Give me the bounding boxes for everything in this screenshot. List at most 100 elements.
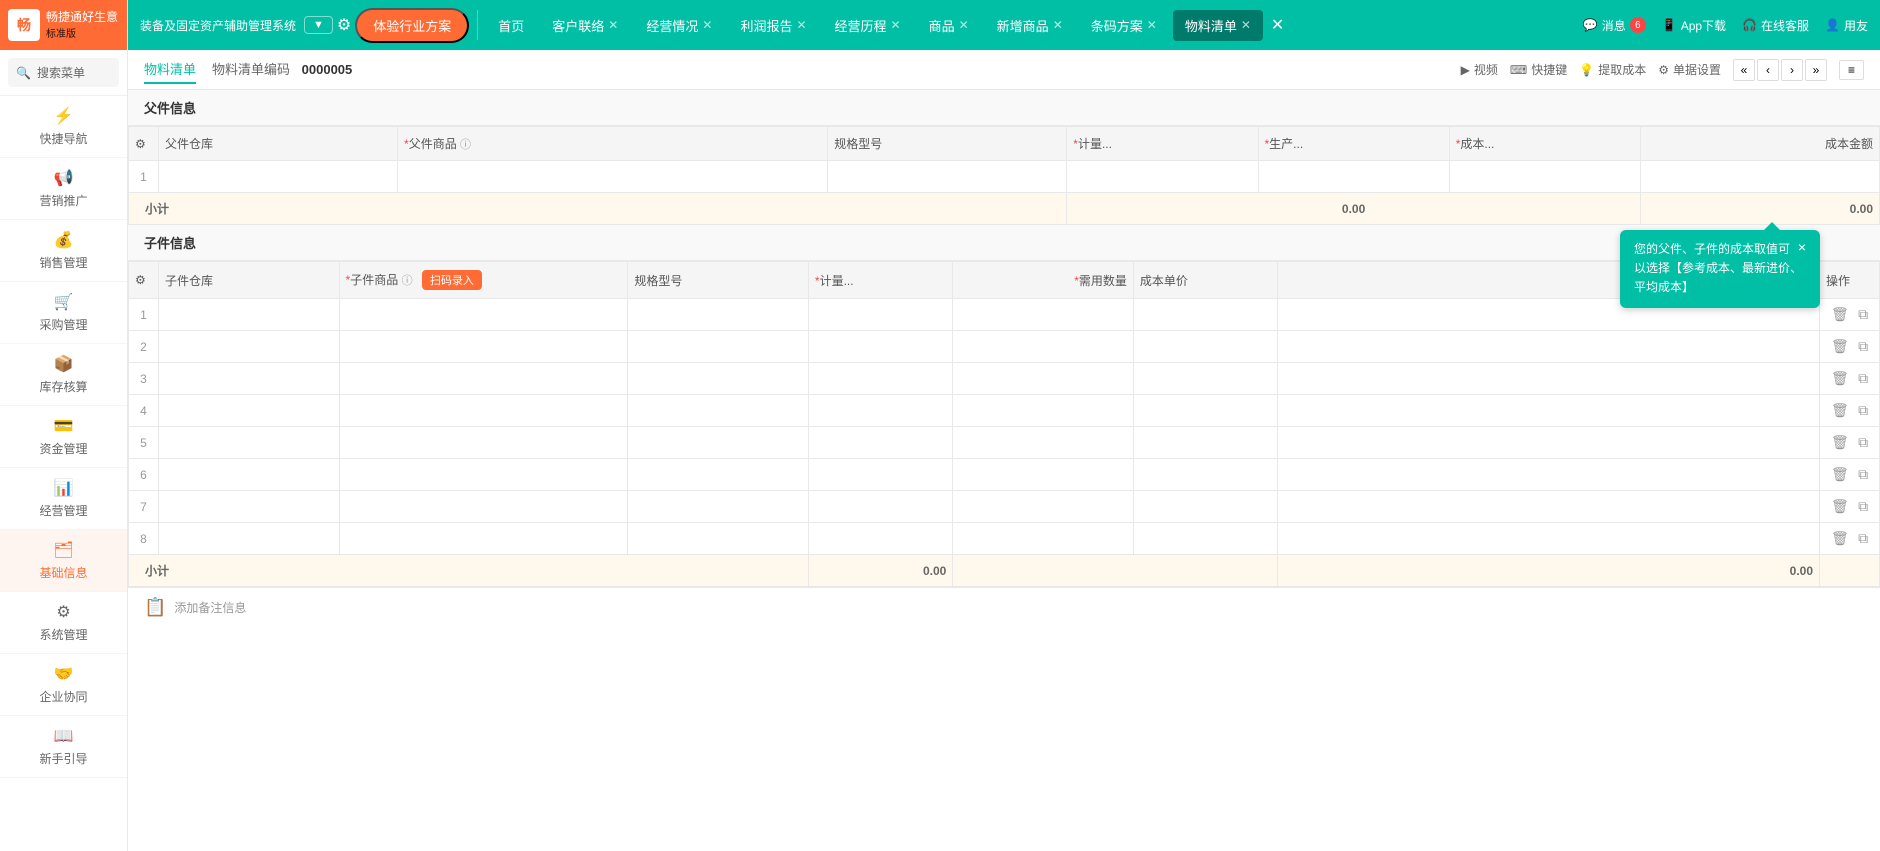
child-cell-spec-5[interactable] xyxy=(628,427,809,459)
child-cell-unit-cost-1[interactable] xyxy=(1133,299,1277,331)
child-cell-unit-8[interactable] xyxy=(808,523,952,555)
child-cell-goods-8[interactable] xyxy=(339,523,628,555)
copy-row-3[interactable]: ⧉ xyxy=(1855,370,1871,387)
child-cell-warehouse-8[interactable] xyxy=(159,523,340,555)
tab-goods[interactable]: 商品 ✕ xyxy=(917,10,981,41)
close-goods-tab[interactable]: ✕ xyxy=(959,18,969,32)
child-cell-warehouse-6[interactable] xyxy=(159,459,340,491)
delete-row-6[interactable]: 🗑 xyxy=(1828,466,1852,483)
child-cell-unit-cost-3[interactable] xyxy=(1133,363,1277,395)
child-cell-goods-1[interactable] xyxy=(339,299,628,331)
child-cell-cost-amount-7[interactable] xyxy=(1278,491,1820,523)
child-cell-unit-cost-8[interactable] xyxy=(1133,523,1277,555)
close-barcode-tab[interactable]: ✕ xyxy=(1147,18,1157,32)
child-cell-cost-amount-2[interactable] xyxy=(1278,331,1820,363)
child-cell-warehouse-2[interactable] xyxy=(159,331,340,363)
sidebar-item-operations[interactable]: 📊 经营管理 xyxy=(0,468,127,530)
child-cell-unit-6[interactable] xyxy=(808,459,952,491)
close-bom-tab[interactable]: ✕ xyxy=(1241,18,1251,32)
child-cell-unit-2[interactable] xyxy=(808,331,952,363)
child-cell-warehouse-5[interactable] xyxy=(159,427,340,459)
video-action[interactable]: ▶ 视频 xyxy=(1461,61,1498,78)
nav-next-btn[interactable]: › xyxy=(1781,59,1803,81)
tab-history[interactable]: 经营历程 ✕ xyxy=(823,10,913,41)
shortcut-action[interactable]: ⌨ 快捷键 xyxy=(1510,61,1567,78)
child-cell-quantity-7[interactable] xyxy=(953,491,1134,523)
child-cell-unit-cost-2[interactable] xyxy=(1133,331,1277,363)
parent-cell-cost[interactable] xyxy=(1449,161,1640,193)
child-cell-quantity-2[interactable] xyxy=(953,331,1134,363)
parent-cell-warehouse[interactable] xyxy=(159,161,398,193)
single-settings-action[interactable]: ⚙ 单据设置 xyxy=(1658,61,1721,78)
tab-bom[interactable]: 物料清单 ✕ xyxy=(1173,10,1263,41)
delete-row-4[interactable]: 🗑 xyxy=(1828,402,1852,419)
scan-badge[interactable]: 扫码录入 xyxy=(422,270,482,290)
copy-row-8[interactable]: ⧉ xyxy=(1855,530,1871,547)
sidebar-item-marketing[interactable]: 📢 营销推广 xyxy=(0,158,127,220)
nav-next-next-btn[interactable]: » xyxy=(1805,59,1827,81)
tab-customer[interactable]: 客户联络 ✕ xyxy=(540,10,630,41)
child-cell-unit-5[interactable] xyxy=(808,427,952,459)
settings-icon[interactable]: ⚙ xyxy=(337,15,351,35)
child-cell-cost-amount-3[interactable] xyxy=(1278,363,1820,395)
sidebar-item-inventory[interactable]: 📦 库存核算 xyxy=(0,344,127,406)
child-cell-quantity-1[interactable] xyxy=(953,299,1134,331)
close-history-tab[interactable]: ✕ xyxy=(891,18,901,32)
close-all-tabs[interactable]: ✕ xyxy=(1271,15,1284,35)
sidebar-item-enterprise[interactable]: 🤝 企业协同 xyxy=(0,654,127,716)
copy-row-6[interactable]: ⧉ xyxy=(1855,466,1871,483)
child-cell-unit-3[interactable] xyxy=(808,363,952,395)
dropdown-icon[interactable]: ▼ xyxy=(304,16,333,34)
copy-row-7[interactable]: ⧉ xyxy=(1855,498,1871,515)
child-cell-unit-4[interactable] xyxy=(808,395,952,427)
child-cell-warehouse-7[interactable] xyxy=(159,491,340,523)
child-cell-spec-6[interactable] xyxy=(628,459,809,491)
child-cell-warehouse-3[interactable] xyxy=(159,363,340,395)
delete-row-5[interactable]: 🗑 xyxy=(1828,434,1852,451)
sidebar-item-finance[interactable]: 💳 资金管理 xyxy=(0,406,127,468)
tab-new-goods[interactable]: 新增商品 ✕ xyxy=(985,10,1075,41)
sidebar-item-basic-info[interactable]: 🗂 基础信息 xyxy=(0,530,127,592)
add-note-label[interactable]: 添加备注信息 xyxy=(174,599,246,616)
nav-prev-btn[interactable]: ‹ xyxy=(1757,59,1779,81)
tab-profit[interactable]: 利润报告 ✕ xyxy=(728,10,818,41)
child-cell-unit-cost-5[interactable] xyxy=(1133,427,1277,459)
child-cell-unit-7[interactable] xyxy=(808,491,952,523)
parent-cell-production[interactable] xyxy=(1258,161,1449,193)
copy-row-5[interactable]: ⧉ xyxy=(1855,434,1871,451)
child-cell-goods-3[interactable] xyxy=(339,363,628,395)
child-cell-quantity-4[interactable] xyxy=(953,395,1134,427)
child-cell-goods-2[interactable] xyxy=(339,331,628,363)
parent-cell-spec[interactable] xyxy=(828,161,1067,193)
delete-row-3[interactable]: 🗑 xyxy=(1828,370,1852,387)
child-cell-cost-amount-6[interactable] xyxy=(1278,459,1820,491)
child-cell-quantity-3[interactable] xyxy=(953,363,1134,395)
copy-row-1[interactable]: ⧉ xyxy=(1855,306,1871,323)
close-operations-tab[interactable]: ✕ xyxy=(702,18,712,32)
child-cell-cost-amount-4[interactable] xyxy=(1278,395,1820,427)
sidebar-item-quick-nav[interactable]: ⚡ 快捷导航 xyxy=(0,96,127,158)
child-cell-cost-amount-8[interactable] xyxy=(1278,523,1820,555)
tab-barcode[interactable]: 条码方案 ✕ xyxy=(1079,10,1169,41)
child-cell-warehouse-4[interactable] xyxy=(159,395,340,427)
trial-button[interactable]: 体验行业方案 xyxy=(355,8,469,43)
sidebar-item-sales[interactable]: 💰 销售管理 xyxy=(0,220,127,282)
child-cell-spec-4[interactable] xyxy=(628,395,809,427)
child-cell-unit-cost-4[interactable] xyxy=(1133,395,1277,427)
sidebar-item-system[interactable]: ⚙ 系统管理 xyxy=(0,592,127,654)
child-col-settings[interactable]: ⚙ xyxy=(129,262,159,299)
sidebar-item-purchase[interactable]: 🛒 采购管理 xyxy=(0,282,127,344)
subtab-bom-list[interactable]: 物料清单 xyxy=(144,55,196,84)
parent-col-settings[interactable]: ⚙ xyxy=(129,127,159,161)
parent-cell-goods[interactable] xyxy=(398,161,828,193)
copy-row-4[interactable]: ⧉ xyxy=(1855,402,1871,419)
child-cell-goods-7[interactable] xyxy=(339,491,628,523)
child-cell-quantity-5[interactable] xyxy=(953,427,1134,459)
close-new-goods-tab[interactable]: ✕ xyxy=(1053,18,1063,32)
child-cell-goods-4[interactable] xyxy=(339,395,628,427)
search-menu-button[interactable]: 🔍 搜索菜单 xyxy=(8,58,119,87)
child-cell-unit-cost-7[interactable] xyxy=(1133,491,1277,523)
child-cell-warehouse-1[interactable] xyxy=(159,299,340,331)
child-cell-spec-8[interactable] xyxy=(628,523,809,555)
delete-row-1[interactable]: 🗑 xyxy=(1828,306,1852,323)
